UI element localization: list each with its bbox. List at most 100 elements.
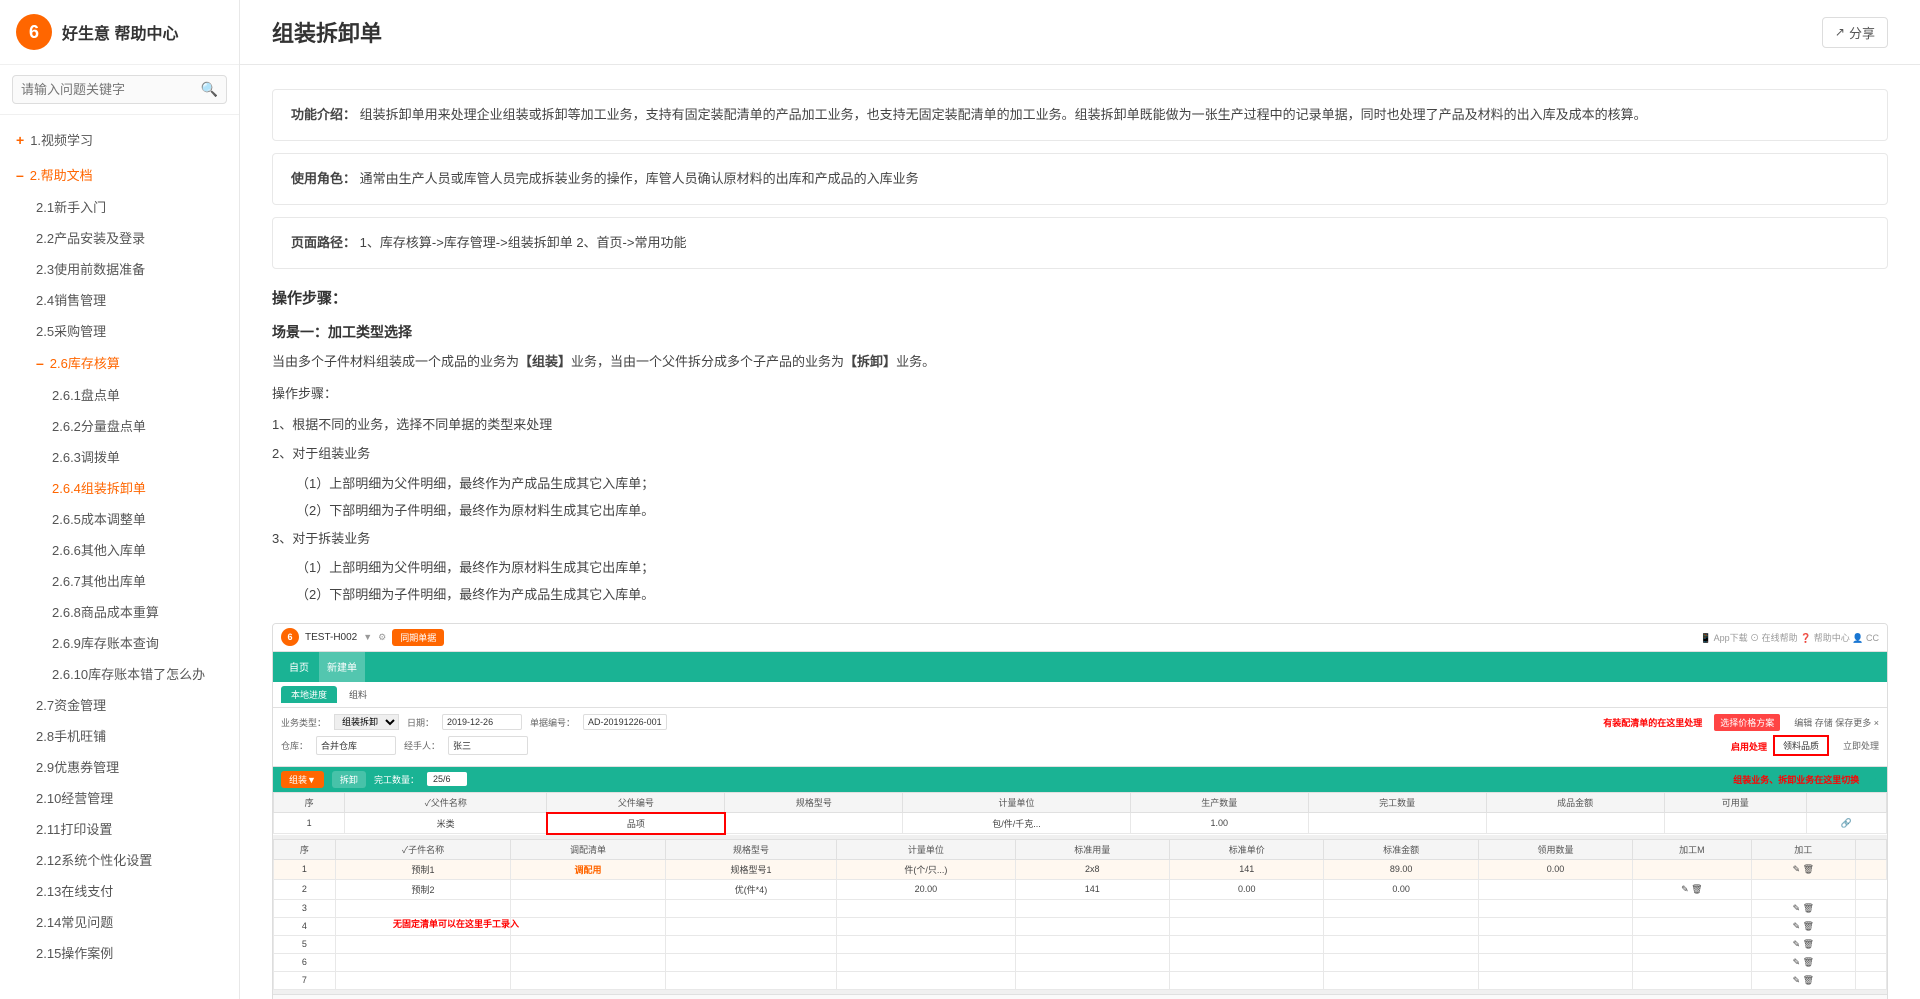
sim-tab-1[interactable]: 本地进度 — [281, 686, 337, 703]
sidebar-item-docs-266[interactable]: 2.6.6其他入库单 — [0, 534, 239, 565]
search-icon[interactable]: 🔍 — [201, 81, 218, 98]
sidebar-item-docs-27[interactable]: 2.7资金管理 — [0, 689, 239, 720]
annotation2: 组装业务、拆卸业务在这里切换 — [1733, 773, 1859, 786]
sidebar-item-video[interactable]: + 1.视频学习 — [0, 123, 239, 156]
step2: 2、对于组装业务 — [272, 442, 1888, 465]
sidebar-item-docs-210[interactable]: 2.10经营管理 — [0, 782, 239, 813]
sidebar-item-docs-2610[interactable]: 2.6.10库存账本错了怎么办 — [0, 658, 239, 689]
table-row: 7✎ 🗑 — [274, 971, 1887, 989]
sim-form-wrapper: 业务类型： 组装拆卸 日期： 2019-12-26 单据编号： AD-20191… — [273, 708, 1887, 767]
role-text: 通常由生产人员或库管人员完成拆装业务的操作，库管人员确认原材料的出库和产成品的入… — [360, 171, 919, 186]
sidebar-item-docs-269[interactable]: 2.6.9库存账本查询 — [0, 627, 239, 658]
sim-form-area: 业务类型： 组装拆卸 日期： 2019-12-26 单据编号： AD-20191… — [273, 708, 1887, 767]
logo-text: 好生意 帮助中心 — [62, 20, 178, 44]
intro-block: 功能介绍： 组装拆卸单用来处理企业组装或拆卸等加工业务，支持有固定装配清单的产品… — [272, 89, 1888, 141]
annotation3: 启用处理 — [1731, 740, 1767, 753]
sidebar-item-docs-267[interactable]: 2.6.7其他出库单 — [0, 565, 239, 596]
sim-type-switch: 组装▼ 拆卸 完工数量： 25/6 组装业务、拆卸业务在这里切换 ↗ — [273, 767, 1887, 792]
sidebar-item-docs-24[interactable]: 2.4销售管理 — [0, 284, 239, 315]
main-header: 组装拆卸单 ↗ 分享 — [240, 0, 1920, 65]
sim-plan-btn[interactable]: 选择价格方案 — [1714, 714, 1780, 731]
nav-list: + 1.视频学习 – 2.帮助文档 2.1新手入门 2.2产品安装及登录 2.3… — [0, 115, 239, 999]
table-row: 2 预制2 优(件*4) 20.00 141 0.00 0.00 ✎ � — [274, 879, 1887, 899]
sidebar-item-docs-261[interactable]: 2.6.1盘点单 — [0, 379, 239, 410]
sim-warehouse: 合并仓库 — [316, 736, 396, 755]
steps-intro: 操作步骤： — [272, 382, 1888, 405]
sidebar-item-docs-28[interactable]: 2.8手机旺铺 — [0, 720, 239, 751]
sim-nav-new[interactable]: 新建单 — [319, 652, 365, 682]
sim-tab-bar: 本地进度 组料 — [273, 682, 1887, 708]
step2-2: （2）下部明细为子件明细，最终作为原材料生成其它出库单。 — [272, 499, 1888, 522]
sidebar-item-docs-265[interactable]: 2.6.5成本调整单 — [0, 503, 239, 534]
intro-label: 功能介绍： — [291, 107, 356, 122]
sim-complete-qty[interactable]: 25/6 — [427, 772, 467, 786]
sidebar-item-docs-22[interactable]: 2.2产品安装及登录 — [0, 222, 239, 253]
plus-icon: + — [16, 132, 24, 148]
sim-disassembly-btn[interactable]: 拆卸 — [332, 771, 366, 788]
search-box: 🔍 — [12, 75, 227, 104]
sidebar-item-docs-268[interactable]: 2.6.8商品成本重算 — [0, 596, 239, 627]
sim-handler: 张三 — [448, 736, 528, 755]
sidebar-item-docs-263[interactable]: 2.6.3调拨单 — [0, 441, 239, 472]
share-button[interactable]: ↗ 分享 — [1822, 17, 1888, 48]
scene1-title: 场景一：加工类型选择 — [272, 322, 1888, 342]
step3-2: （2）下部明细为子件明细，最终作为产成品生成其它入库单。 — [272, 583, 1888, 606]
table-row: 1 预制1 调配用 规格型号1 件(个/只...) 2x8 141 89.00 … — [274, 859, 1887, 879]
sim-assembly-btn[interactable]: 组装▼ — [281, 771, 324, 788]
main-content: 组装拆卸单 ↗ 分享 功能介绍： 组装拆卸单用来处理企业组装或拆卸等加工业务，支… — [240, 0, 1920, 999]
sim-footer: 合计 89.00 0.00 0.00 0.00 — [273, 994, 1887, 999]
sim-type-select[interactable]: 组装拆卸 — [334, 714, 399, 730]
table-row: 1 米类 品项 包/件/千克... 1.00 🔗 — [274, 813, 1887, 834]
nav-section-video: + 1.视频学习 — [0, 123, 239, 156]
logo-icon: 6 — [16, 14, 52, 50]
sim-lower-table: 序 ✓子件名称 调配清单 规格型号 计量单位 标准用量 标准单价 标准金额 领用… — [273, 839, 1887, 990]
scene1-desc: 当由多个子件材料组装成一个成品的业务为【组装】业务，当由一个父件拆分成多个子产品… — [272, 350, 1888, 373]
screenshot-container: 6 TEST-H002 ▼ ⚙ 同期单据 📱 App下载 ⊙ 在线帮助 ❓ 帮助… — [272, 623, 1888, 999]
sidebar-item-docs-212[interactable]: 2.12系统个性化设置 — [0, 844, 239, 875]
sim-num: AD-20191226-001 — [583, 714, 667, 730]
minus-icon-26: – — [36, 355, 44, 371]
sidebar-item-docs-21[interactable]: 2.1新手入门 — [0, 191, 239, 222]
search-input[interactable] — [21, 82, 201, 97]
sidebar-item-docs-29[interactable]: 2.9优惠券管理 — [0, 751, 239, 782]
sidebar-item-docs-211[interactable]: 2.11打印设置 — [0, 813, 239, 844]
sidebar: 6 好生意 帮助中心 🔍 + 1.视频学习 – 2.帮助文档 2.1新手入门 2… — [0, 0, 240, 999]
sim-top-bar: 6 TEST-H002 ▼ ⚙ 同期单据 📱 App下载 ⊙ 在线帮助 ❓ 帮助… — [273, 624, 1887, 652]
path-text: 1、库存核算->库存管理->组装拆卸单 2、首页->常用功能 — [360, 235, 687, 250]
sim-badge: ▼ — [363, 632, 372, 642]
intro-text: 组装拆卸单用来处理企业组装或拆卸等加工业务，支持有固定装配清单的产品加工业务，也… — [360, 107, 1647, 122]
table-row: 3✎ 🗑 — [274, 899, 1887, 917]
step2-1: （1）上部明细为父件明细，最终作为产成品生成其它入库单； — [272, 472, 1888, 495]
sidebar-item-docs[interactable]: – 2.帮助文档 — [0, 158, 239, 191]
sim-quality-input[interactable]: 领料品质 — [1773, 735, 1829, 756]
page-title: 组装拆卸单 — [272, 16, 382, 48]
steps-title: 操作步骤： — [272, 287, 1888, 308]
sim-search-btn[interactable]: 同期单据 — [392, 629, 444, 646]
sidebar-item-docs-214[interactable]: 2.14常见问题 — [0, 906, 239, 937]
content-area: 功能介绍： 组装拆卸单用来处理企业组装或拆卸等加工业务，支持有固定装配清单的产品… — [240, 65, 1920, 999]
sim-tab-2[interactable]: 组料 — [339, 686, 377, 703]
sim-screenshot: 6 TEST-H002 ▼ ⚙ 同期单据 📱 App下载 ⊙ 在线帮助 ❓ 帮助… — [273, 624, 1887, 999]
search-area: 🔍 — [0, 65, 239, 115]
sim-company: TEST-H002 — [305, 632, 357, 643]
sim-icons: 📱 App下载 ⊙ 在线帮助 ❓ 帮助中心 👤 CC — [1700, 631, 1879, 644]
table-row: 6✎ 🗑 — [274, 953, 1887, 971]
share-icon: ↗ — [1835, 25, 1845, 39]
sidebar-item-docs-25[interactable]: 2.5采购管理 — [0, 315, 239, 346]
sim-logo: 6 — [281, 628, 299, 646]
sidebar-item-docs-213[interactable]: 2.13在线支付 — [0, 875, 239, 906]
sidebar-item-docs-264[interactable]: 2.6.4组装拆卸单 — [0, 472, 239, 503]
sidebar-item-docs-262[interactable]: 2.6.2分量盘点单 — [0, 410, 239, 441]
annotation1: 有装配清单的在这里处理 — [1603, 716, 1702, 729]
nav-section-docs: – 2.帮助文档 2.1新手入门 2.2产品安装及登录 2.3使用前数据准备 2… — [0, 158, 239, 968]
role-label: 使用角色： — [291, 171, 356, 186]
sidebar-item-docs-215[interactable]: 2.15操作案例 — [0, 937, 239, 968]
sim-nav-home[interactable]: 自页 — [281, 652, 317, 682]
sidebar-item-docs-26[interactable]: – 2.6库存核算 — [0, 346, 239, 379]
role-block: 使用角色： 通常由生产人员或库管人员完成拆装业务的操作，库管人员确认原材料的出库… — [272, 153, 1888, 205]
sim-nav-bar: 自页 新建单 — [273, 652, 1887, 682]
sidebar-item-docs-23[interactable]: 2.3使用前数据准备 — [0, 253, 239, 284]
step3: 3、对于拆装业务 — [272, 527, 1888, 550]
step1: 1、根据不同的业务，选择不同单据的类型来处理 — [272, 413, 1888, 436]
annotation4: 无固定清单可以在这里手工录入 — [393, 917, 519, 930]
